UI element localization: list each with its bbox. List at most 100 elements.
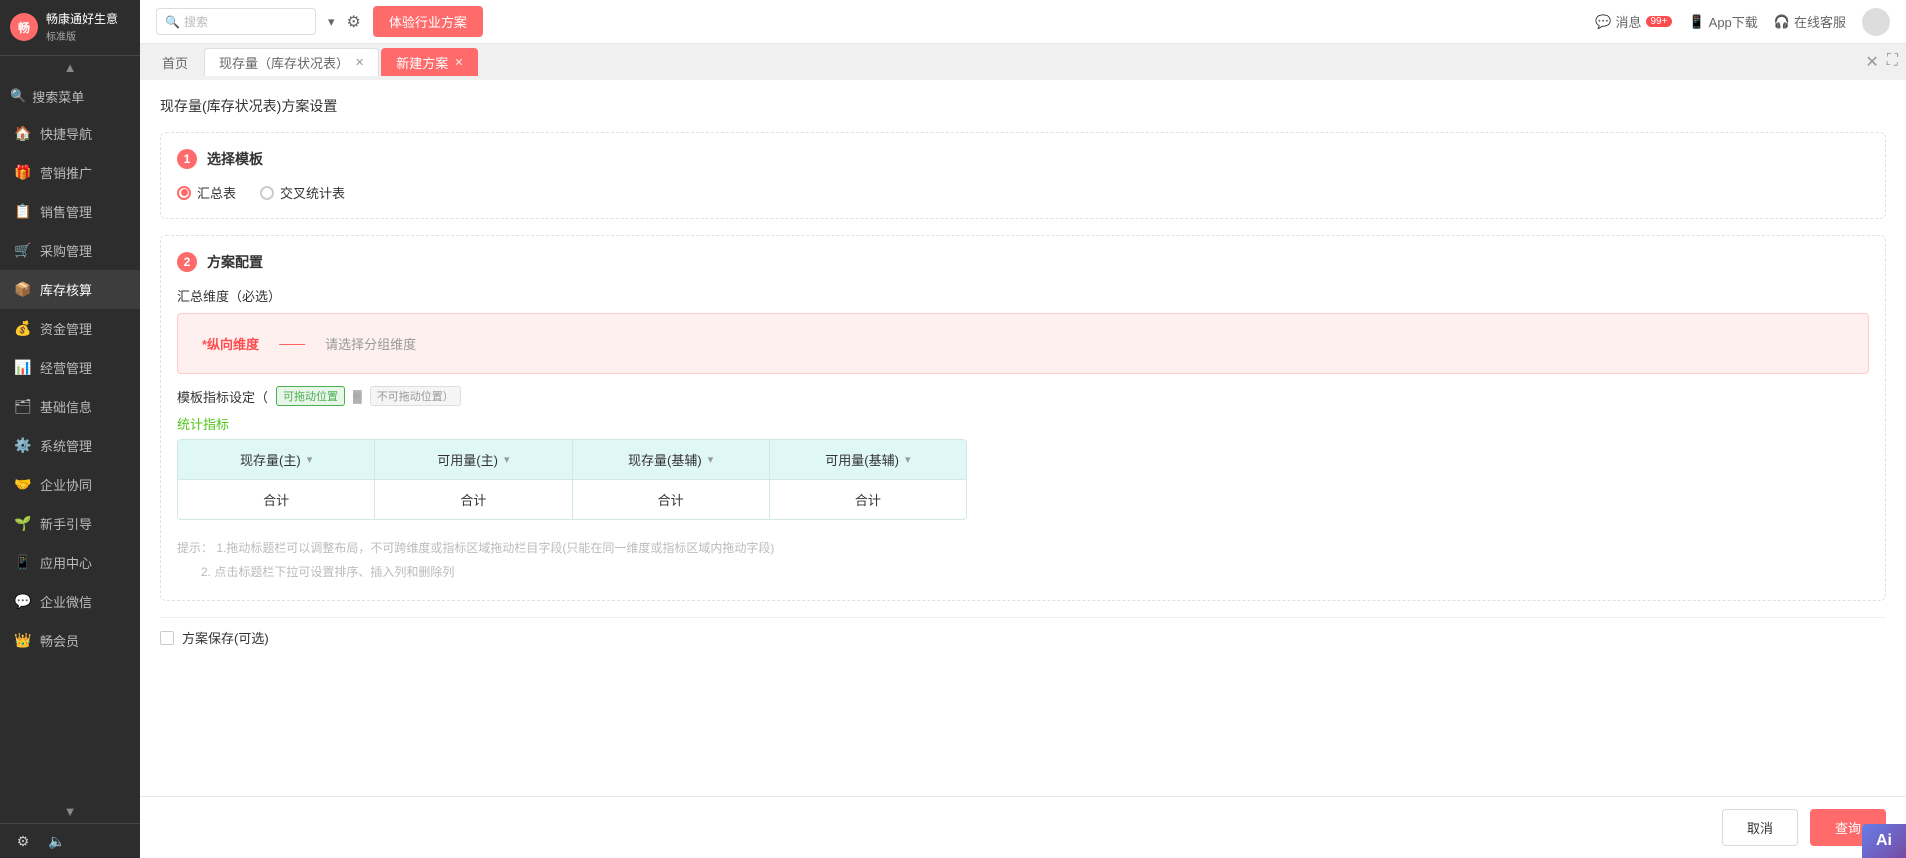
bottom-bar: 取消 查询 [140, 796, 1906, 858]
non-draggable-badge: 不可拖动位置） [370, 386, 461, 406]
app-icon: 📱 [14, 553, 32, 571]
chevron-down-icon[interactable]: ▾ [307, 453, 313, 466]
chevron-down-icon-2[interactable]: ▾ [504, 453, 510, 466]
gift-icon: 🎁 [14, 163, 32, 181]
app-edition: 标准版 [46, 28, 118, 43]
sidebar-item-contract[interactable]: 🤝 企业协同 [0, 465, 140, 504]
sidebar-item-inventory[interactable]: 📦 库存核算 [0, 270, 140, 309]
download-icon: 📱 [1688, 14, 1704, 30]
folder-icon: 🗂 [14, 397, 32, 415]
system-icon: ⚙️ [14, 436, 32, 454]
topbar-gear-icon[interactable]: ⚙ [347, 12, 361, 32]
customer-service-action[interactable]: 🎧 在线客服 [1774, 12, 1846, 31]
handshake-icon: 🤝 [14, 475, 32, 493]
guide-icon: 🌱 [14, 514, 32, 532]
tab-new-plan[interactable]: 新建方案 ✕ [381, 48, 478, 76]
save-option-label: 方案保存(可选) [182, 628, 269, 647]
dimension-required-box: *纵向维度 —— 请选择分组维度 [177, 313, 1869, 374]
messages-action[interactable]: 💬 消息 99+ [1595, 12, 1672, 31]
sidebar-item-basic[interactable]: 🗂 基础信息 [0, 387, 140, 426]
tab-close-newplan[interactable]: ✕ [454, 56, 463, 69]
topbar-dropdown[interactable]: ▾ [328, 14, 335, 30]
vertical-dim-label: *纵向维度 [202, 334, 259, 353]
topbar-search-icon: 🔍 [165, 15, 180, 29]
radio-cross[interactable] [260, 186, 274, 200]
template-summary-option[interactable]: 汇总表 [177, 183, 236, 202]
sidebar-item-purchase[interactable]: 🛒 采购管理 [0, 231, 140, 270]
stats-table: 现存量(主) ▾ 可用量(主) ▾ 现存量(基辅) ▾ [177, 439, 967, 520]
step1-badge: 1 [177, 149, 197, 169]
tab-expand-btn[interactable]: ⛶ [1887, 52, 1898, 72]
stats-title: 统计指标 [177, 414, 1869, 433]
cancel-button[interactable]: 取消 [1722, 809, 1798, 846]
sidebar-scroll-down[interactable]: ▼ [0, 800, 140, 823]
finance-icon: 💰 [14, 319, 32, 337]
stats-header-existing-aux[interactable]: 现存量(基辅) ▾ [573, 440, 770, 479]
user-avatar[interactable] [1862, 8, 1890, 36]
tab-close-btn[interactable]: ✕ [1865, 52, 1878, 72]
stats-cell-3: 合计 [573, 480, 770, 519]
logo-icon: 畅 [10, 13, 38, 41]
ai-badge[interactable]: Ai [1862, 824, 1906, 858]
stats-data-row: 合计 合计 合计 合计 [178, 479, 966, 519]
sidebar-item-marketing[interactable]: 🎁 营销推广 [0, 153, 140, 192]
messages-badge: 99+ [1646, 16, 1673, 27]
tab-bar: 首页 现存量（库存状况表） ✕ 新建方案 ✕ ✕ ⛶ [140, 44, 1906, 80]
stats-section: 统计指标 现存量(主) ▾ 可用量(主) ▾ [177, 414, 1869, 520]
settings-icon[interactable]: ⚙ [14, 832, 32, 850]
sidebar-item-newguide[interactable]: 🌱 新手引导 [0, 504, 140, 543]
sidebar-item-wechat[interactable]: 💬 企业微信 [0, 582, 140, 621]
save-option: 方案保存(可选) [160, 617, 1886, 657]
sidebar: 畅 畅康通好生意 标准版 ▲ 🔍 搜索菜单 🏠 快捷导航 🎁 营销推广 📋 销售… [0, 0, 140, 858]
page-title: 现存量(库存状况表)方案设置 [160, 96, 1886, 116]
step1-section: 1 选择模板 汇总表 交叉统计表 [160, 132, 1886, 219]
draggable-badge: 可拖动位置 [276, 386, 345, 406]
sidebar-item-system[interactable]: ⚙️ 系统管理 [0, 426, 140, 465]
sidebar-item-finance[interactable]: 💰 资金管理 [0, 309, 140, 348]
hints-box: 提示： 1.拖动标题栏可以调整布局，不可跨维度或指标区域拖动栏目字段(只能在同一… [177, 536, 1869, 584]
sidebar-item-appcenter[interactable]: 📱 应用中心 [0, 543, 140, 582]
app-logo: 畅 畅康通好生意 标准版 [0, 0, 140, 56]
stats-cell-2: 合计 [375, 480, 572, 519]
volume-icon[interactable]: 🔈 [48, 832, 66, 850]
sidebar-item-shortcut[interactable]: 🏠 快捷导航 [0, 114, 140, 153]
main-area: 🔍 搜索 ▾ ⚙ 体验行业方案 💬 消息 99+ 📱 App下载 🎧 在线客服 [140, 0, 1906, 858]
indicator-label: 模板指标设定（ 可拖动位置 ▓ 不可拖动位置） [177, 386, 1869, 406]
sidebar-search[interactable]: 🔍 搜索菜单 [0, 79, 140, 114]
stats-cell-4: 合计 [770, 480, 966, 519]
topbar: 🔍 搜索 ▾ ⚙ 体验行业方案 💬 消息 99+ 📱 App下载 🎧 在线客服 [140, 0, 1906, 44]
chart-icon: 📊 [14, 358, 32, 376]
stats-header-existing-main[interactable]: 现存量(主) ▾ [178, 440, 375, 479]
sidebar-item-operations[interactable]: 📊 经营管理 [0, 348, 140, 387]
chevron-down-icon-4[interactable]: ▾ [905, 453, 911, 466]
tab-inventory-status[interactable]: 现存量（库存状况表） ✕ [204, 48, 379, 76]
message-icon: 💬 [1595, 14, 1611, 30]
sidebar-item-member[interactable]: 👑 畅会员 [0, 621, 140, 660]
tab-close-inventory[interactable]: ✕ [355, 56, 364, 69]
dim-placeholder[interactable]: 请选择分组维度 [325, 334, 416, 353]
sidebar-item-sales[interactable]: 📋 销售管理 [0, 192, 140, 231]
hint-2: 2. 点击标题栏下拉可设置排序、插入列和删除列 [201, 560, 1869, 584]
stats-header-available-main[interactable]: 可用量(主) ▾ [375, 440, 572, 479]
stats-header-available-aux[interactable]: 可用量(基辅) ▾ [770, 440, 966, 479]
app-download-action[interactable]: 📱 App下载 [1688, 12, 1757, 31]
topbar-search[interactable]: 🔍 搜索 [156, 8, 316, 35]
chevron-down-icon-3[interactable]: ▾ [708, 453, 714, 466]
trial-button[interactable]: 体验行业方案 [373, 6, 483, 37]
save-checkbox[interactable] [160, 631, 174, 645]
sidebar-scroll-up[interactable]: ▲ [0, 56, 140, 79]
step2-title: 方案配置 [207, 252, 263, 272]
hint-1: 提示： 1.拖动标题栏可以调整布局，不可跨维度或指标区域拖动栏目字段(只能在同一… [177, 536, 1869, 560]
sidebar-nav: 🏠 快捷导航 🎁 营销推广 📋 销售管理 🛒 采购管理 📦 库存核算 💰 资金管… [0, 114, 140, 800]
app-name: 畅康通好生意 [46, 12, 118, 28]
radio-summary[interactable] [177, 186, 191, 200]
dimension-section-label: 汇总维度（必选） [177, 286, 1869, 305]
topbar-search-placeholder: 搜索 [184, 13, 208, 30]
stats-cell-1: 合计 [178, 480, 375, 519]
template-cross-option[interactable]: 交叉统计表 [260, 183, 345, 202]
step2-section: 2 方案配置 汇总维度（必选） *纵向维度 —— 请选择分组维度 模板指标设定（… [160, 235, 1886, 601]
headset-icon: 🎧 [1774, 14, 1790, 30]
sidebar-footer: ⚙ 🔈 [0, 823, 140, 858]
search-icon: 🔍 [10, 88, 26, 104]
tab-home[interactable]: 首页 [148, 48, 202, 76]
